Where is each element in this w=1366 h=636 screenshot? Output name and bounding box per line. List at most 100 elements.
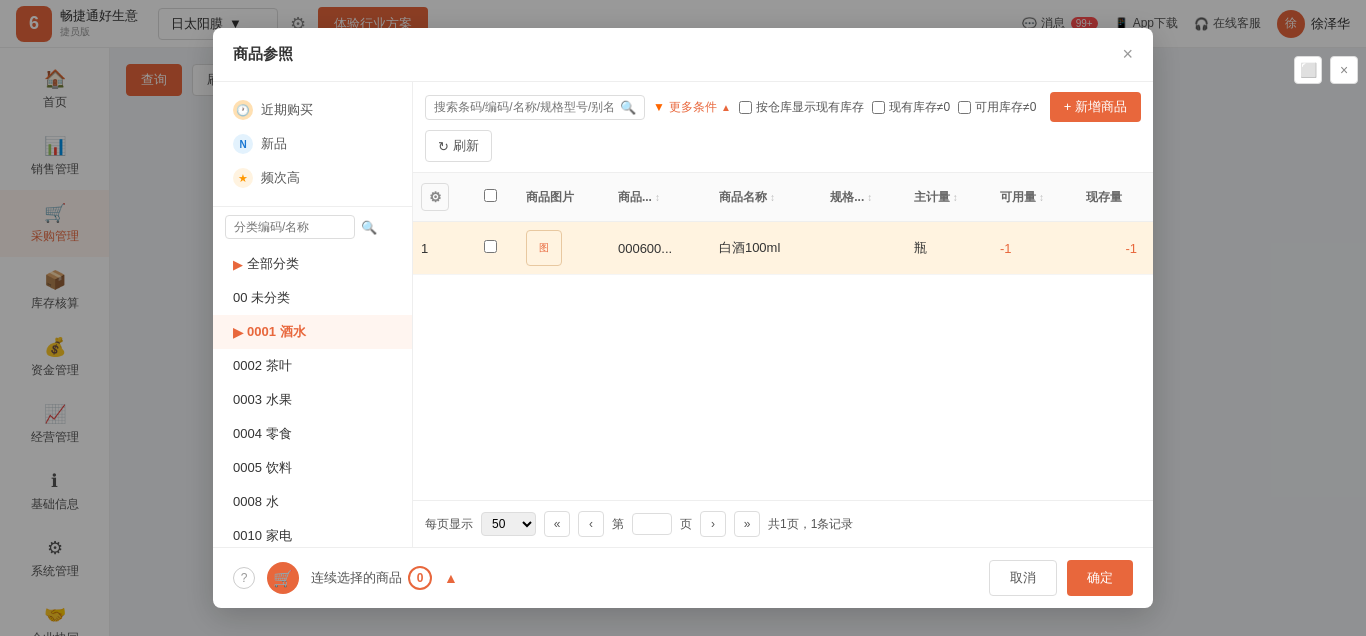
- row-checkbox-cell: [476, 222, 518, 275]
- cat-uncategorized[interactable]: 00 未分类: [213, 281, 412, 315]
- row-num: 1: [413, 222, 476, 275]
- nonzero-stock-checkbox[interactable]: [872, 101, 885, 114]
- product-search-box: 🔍: [425, 95, 645, 120]
- cat-all-arrow: ▶: [233, 257, 243, 272]
- clock-icon: 🕐: [233, 100, 253, 120]
- new-icon: N: [233, 134, 253, 154]
- table-head: ⚙ 商品图片: [413, 173, 1153, 222]
- products-table: ⚙ 商品图片: [413, 173, 1153, 275]
- first-page-button[interactable]: «: [544, 511, 570, 537]
- close-window-button[interactable]: ×: [1330, 56, 1358, 84]
- cat-search-area: 🔍: [213, 207, 412, 247]
- page-number-input[interactable]: 1: [632, 513, 672, 535]
- row-img-cell: 图: [518, 222, 610, 275]
- window-controls: ⬜ ×: [1294, 56, 1358, 84]
- star-icon: ★: [233, 168, 253, 188]
- prev-page-button[interactable]: ‹: [578, 511, 604, 537]
- sort-name-icon: ↕: [770, 192, 775, 203]
- th-img: 商品图片: [518, 173, 610, 222]
- th-code: 商品... ↕: [610, 173, 711, 222]
- cat-0003[interactable]: 0003 水果: [213, 383, 412, 417]
- table-row[interactable]: 1 图: [413, 222, 1153, 275]
- product-reference-modal: 商品参照 × 🕐 近期购买 N 新: [213, 28, 1153, 608]
- modal-title: 商品参照: [233, 45, 293, 64]
- quick-new[interactable]: N 新品: [225, 128, 400, 160]
- category-panel: 🕐 近期购买 N 新品 ★ 频次高: [213, 82, 413, 547]
- filter-icon: ▼: [653, 100, 665, 114]
- row-name-cell: 白酒100ml: [711, 222, 822, 275]
- pagination: 每页显示 50 100 200 « ‹ 第 1 页 ›: [413, 500, 1153, 547]
- product-img: 图: [526, 230, 562, 266]
- cat-search-input[interactable]: [225, 215, 355, 239]
- footer-buttons: 取消 确定: [989, 560, 1133, 596]
- row-unit-cell: 瓶: [906, 222, 992, 275]
- add-product-button[interactable]: + 新增商品: [1050, 92, 1141, 122]
- minimize-button[interactable]: ⬜: [1294, 56, 1322, 84]
- th-available: 可用量 ↕: [992, 173, 1078, 222]
- select-all-checkbox[interactable]: [484, 189, 497, 202]
- show-stock-checkbox[interactable]: [739, 101, 752, 114]
- cat-search-icon[interactable]: 🔍: [361, 220, 377, 235]
- main-content: 查询 刷新 设置 ⬜ × 商品参照 ×: [110, 48, 1366, 636]
- row-available-cell: -1: [992, 222, 1078, 275]
- collapse-icon[interactable]: ▲: [444, 570, 458, 586]
- cb-show-stock[interactable]: 按仓库显示现有库存: [739, 99, 864, 116]
- refresh-icon: ↻: [438, 139, 449, 154]
- row-code-cell: 000600...: [610, 222, 711, 275]
- modal-overlay: 商品参照 × 🕐 近期购买 N 新: [0, 0, 1366, 636]
- th-checkbox: [476, 173, 518, 222]
- sort-spec-icon: ↕: [867, 192, 872, 203]
- cancel-button[interactable]: 取消: [989, 560, 1057, 596]
- selected-count-badge: 0: [408, 566, 432, 590]
- available-stock-checkbox[interactable]: [958, 101, 971, 114]
- product-search-input[interactable]: [434, 100, 614, 114]
- refresh-product-button[interactable]: ↻ 刷新: [425, 130, 492, 162]
- cat-0010[interactable]: 0010 家电: [213, 519, 412, 547]
- column-settings-button[interactable]: ⚙: [421, 183, 449, 211]
- product-panel: 🔍 ▼ 更多条件 ▲ 按仓库显示现有库存: [413, 82, 1153, 547]
- cb-available-stock[interactable]: 可用库存≠0: [958, 99, 1036, 116]
- cat-all[interactable]: ▶ 全部分类: [213, 247, 412, 281]
- cat-0008[interactable]: 0008 水: [213, 485, 412, 519]
- cat-0005[interactable]: 0005 饮料: [213, 451, 412, 485]
- th-stock: 现存量: [1078, 173, 1153, 222]
- cb-nonzero-stock[interactable]: 现有库存≠0: [872, 99, 950, 116]
- cat-0002[interactable]: 0002 茶叶: [213, 349, 412, 383]
- modal-body: 🕐 近期购买 N 新品 ★ 频次高: [213, 82, 1153, 547]
- th-name: 商品名称 ↕: [711, 173, 822, 222]
- help-icon[interactable]: ?: [233, 567, 255, 589]
- th-spec: 规格... ↕: [822, 173, 905, 222]
- product-search-icon[interactable]: 🔍: [620, 100, 636, 115]
- cart-icon: 🛒: [273, 569, 293, 588]
- quick-recent[interactable]: 🕐 近期购买: [225, 94, 400, 126]
- th-gear: ⚙: [413, 173, 476, 222]
- cat-quick: 🕐 近期购买 N 新品 ★ 频次高: [213, 94, 412, 207]
- cat-0001[interactable]: ▶ 0001 酒水: [213, 315, 412, 349]
- cat-0001-arrow: ▶: [233, 325, 243, 340]
- layout: 🏠 首页 📊 销售管理 🛒 采购管理 📦 库存核算 💰 资金管理 📈 经营管理 …: [0, 48, 1366, 636]
- row-spec-cell: [822, 222, 905, 275]
- th-unit: 主计量 ↕: [906, 173, 992, 222]
- last-page-button[interactable]: »: [734, 511, 760, 537]
- confirm-button[interactable]: 确定: [1067, 560, 1133, 596]
- cat-0004[interactable]: 0004 零食: [213, 417, 412, 451]
- sort-avail-icon: ↕: [1039, 192, 1044, 203]
- modal-footer: ? 🛒 连续选择的商品 0 ▲ 取消 确定: [213, 547, 1153, 608]
- product-toolbar: 🔍 ▼ 更多条件 ▲ 按仓库显示现有库存: [413, 82, 1153, 173]
- more-filter-button[interactable]: ▼ 更多条件 ▲: [653, 99, 731, 116]
- selected-count-area: 连续选择的商品 0: [311, 566, 432, 590]
- table-body: 1 图: [413, 222, 1153, 275]
- sort-unit-icon: ↕: [953, 192, 958, 203]
- category-list: ▶ 全部分类 00 未分类 ▶ 0001 酒水 0002 茶: [213, 247, 412, 547]
- filter-chevron-icon: ▲: [721, 102, 731, 113]
- next-page-button[interactable]: ›: [700, 511, 726, 537]
- modal-header: 商品参照 ×: [213, 28, 1153, 82]
- row-checkbox[interactable]: [484, 240, 497, 253]
- product-table: ⚙ 商品图片: [413, 173, 1153, 500]
- quick-frequent[interactable]: ★ 频次高: [225, 162, 400, 194]
- row-stock-cell: -1: [1078, 222, 1153, 275]
- cart-button[interactable]: 🛒: [267, 562, 299, 594]
- modal-close-button[interactable]: ×: [1122, 44, 1133, 65]
- page-size-select[interactable]: 50 100 200: [481, 512, 536, 536]
- sort-code-icon: ↕: [655, 192, 660, 203]
